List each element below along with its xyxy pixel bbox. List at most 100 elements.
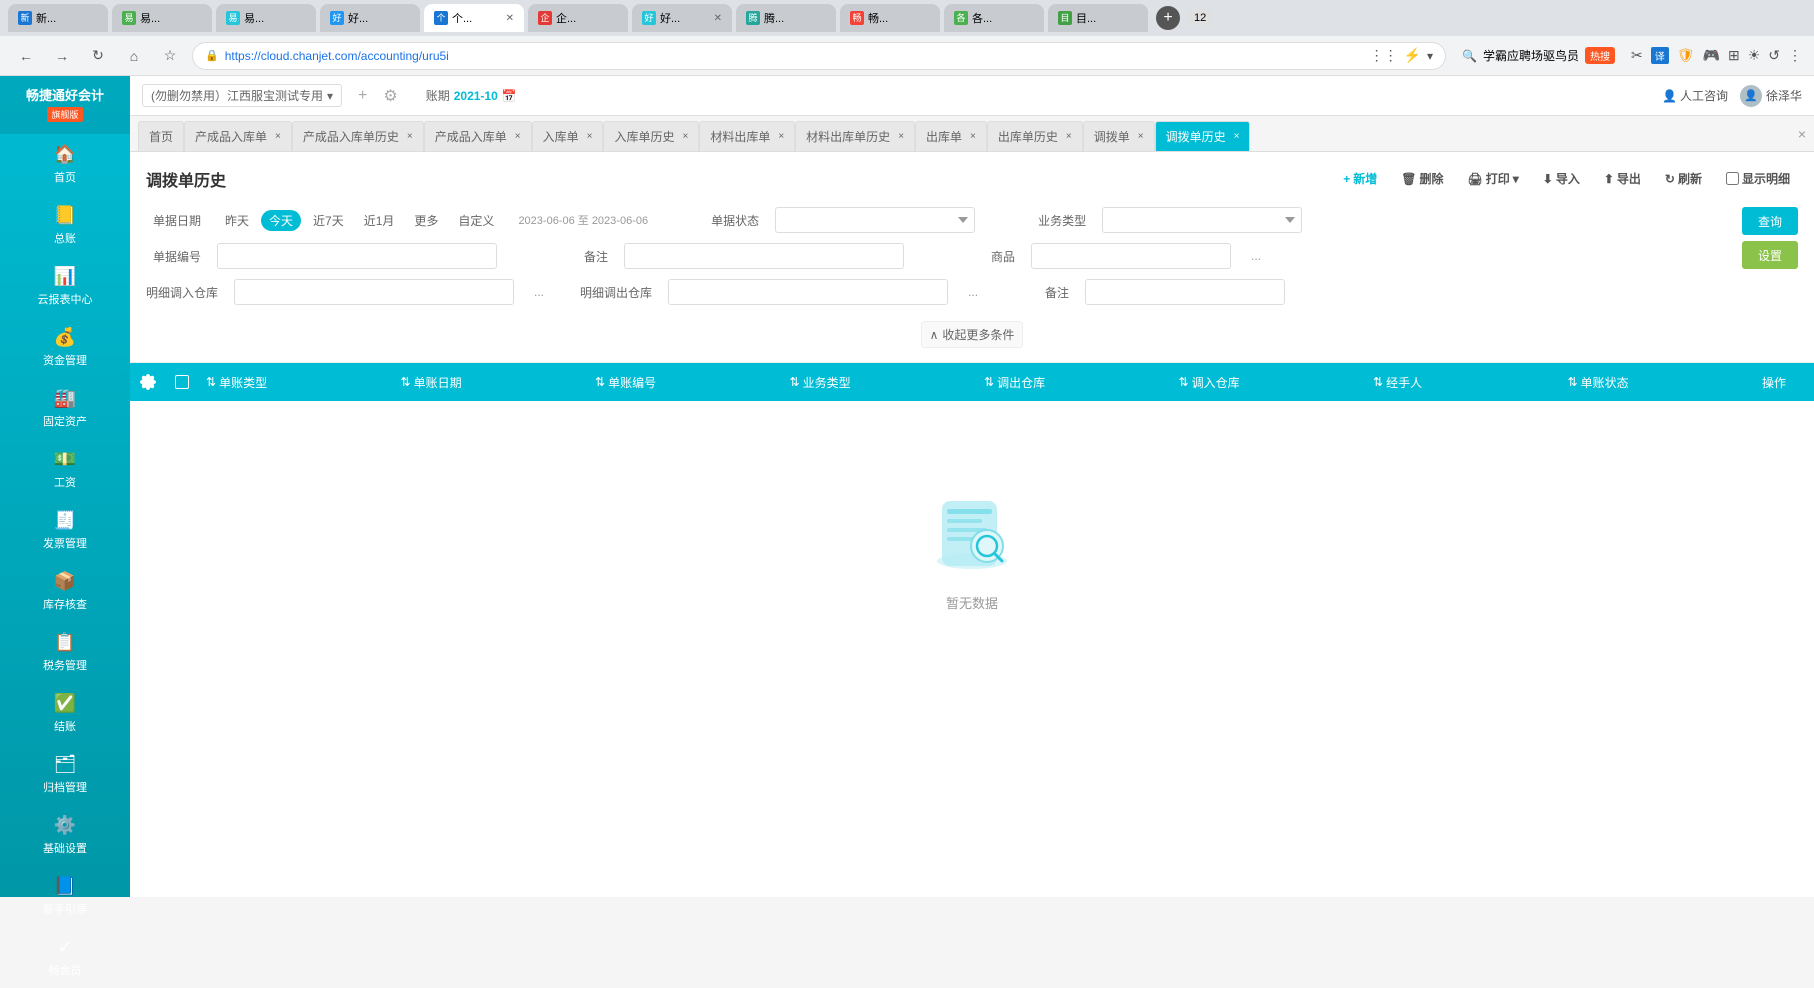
- sidebar-item-wages[interactable]: 💵 工资: [0, 439, 130, 500]
- import-btn[interactable]: ⬇ 导入: [1535, 166, 1588, 191]
- date-7days[interactable]: 近7天: [305, 210, 352, 231]
- detail-out-more[interactable]: ...: [968, 285, 978, 299]
- date-more[interactable]: 更多: [406, 210, 446, 231]
- th-gear[interactable]: [130, 374, 166, 390]
- page-tab-11-active[interactable]: 调拨单历史 ×: [1155, 121, 1251, 151]
- goods-input[interactable]: [1031, 243, 1231, 269]
- page-tab-close-2[interactable]: ×: [407, 131, 413, 142]
- page-tab-close-9[interactable]: ×: [1066, 131, 1072, 142]
- th-check[interactable]: [166, 375, 198, 389]
- refresh-btn[interactable]: ↻ 刷新: [1657, 166, 1710, 191]
- display-toggle-checkbox[interactable]: [1726, 172, 1739, 185]
- page-tab-close-1[interactable]: ×: [275, 131, 281, 142]
- new-btn[interactable]: + 新增: [1335, 166, 1385, 191]
- page-tab-home[interactable]: 首页: [138, 121, 184, 151]
- browser-tab-2[interactable]: 易 易...: [112, 4, 212, 32]
- detail-out-input[interactable]: [668, 279, 948, 305]
- page-tab-7[interactable]: 材料出库单历史 ×: [795, 121, 915, 151]
- page-tab-3[interactable]: 产成品入库单 ×: [424, 121, 532, 151]
- home-btn[interactable]: ⌂: [120, 42, 148, 70]
- sidebar-item-archive[interactable]: 🗂 归档管理: [0, 744, 130, 805]
- delete-btn[interactable]: 🗑 删除: [1393, 166, 1451, 191]
- page-tab-close-5[interactable]: ×: [682, 131, 688, 142]
- page-tab-1[interactable]: 产成品入库单 ×: [184, 121, 292, 151]
- detail-in-input[interactable]: [234, 279, 514, 305]
- browser-tab-8[interactable]: 腾 腾...: [736, 4, 836, 32]
- settings-icon-topbar[interactable]: ⚙: [383, 86, 397, 106]
- browser-tab-1[interactable]: 新 新...: [8, 4, 108, 32]
- detail-in-more[interactable]: ...: [534, 285, 544, 299]
- page-tab-9[interactable]: 出库单历史 ×: [987, 121, 1083, 151]
- sidebar-item-invoice[interactable]: 🧾 发票管理: [0, 500, 130, 561]
- page-tab-6[interactable]: 材料出库单 ×: [699, 121, 795, 151]
- browser-tab-3[interactable]: 易 易...: [216, 4, 316, 32]
- new-tab-btn[interactable]: +: [1156, 6, 1180, 30]
- browser-tab-9[interactable]: 畅 畅...: [840, 4, 940, 32]
- address-bar[interactable]: 🔒 https://cloud.chanjet.com/accounting/u…: [192, 42, 1446, 70]
- sidebar-item-tax[interactable]: 📋 税务管理: [0, 622, 130, 683]
- bookmark-btn[interactable]: ☆: [156, 42, 184, 70]
- company-selector[interactable]: (勿删勿禁用）江西服宝测试专用 ▾: [142, 84, 342, 107]
- sidebar-item-inventory[interactable]: 📦 库存核查: [0, 561, 130, 622]
- export-btn[interactable]: ⬆ 导出: [1596, 166, 1649, 191]
- select-all-checkbox[interactable]: [175, 375, 189, 389]
- sidebar-item-funds[interactable]: 💰 资金管理: [0, 317, 130, 378]
- back-btn[interactable]: ←: [12, 42, 40, 70]
- page-tab-close-3[interactable]: ×: [515, 131, 521, 142]
- page-tab-close-7[interactable]: ×: [898, 131, 904, 142]
- page-tab-10[interactable]: 调拨单 ×: [1083, 121, 1155, 151]
- calendar-icon[interactable]: 📅: [502, 89, 517, 103]
- avatar-area[interactable]: 👤 徐泽华: [1740, 85, 1802, 107]
- date-1month[interactable]: 近1月: [356, 210, 403, 231]
- tabs-close-all[interactable]: ×: [1798, 126, 1814, 142]
- sidebar-item-ledger[interactable]: 📒 总账: [0, 195, 130, 256]
- browser-tab-active[interactable]: 个 个... ✕: [424, 4, 524, 32]
- th-out[interactable]: ⇅ 调出仓库: [976, 374, 1171, 391]
- print-btn[interactable]: 🖨 打印 ▾: [1459, 166, 1526, 191]
- biz-type-select[interactable]: [1102, 207, 1302, 233]
- display-toggle[interactable]: 显示明细: [1718, 166, 1798, 191]
- page-tab-5[interactable]: 入库单历史 ×: [603, 121, 699, 151]
- page-tab-8[interactable]: 出库单 ×: [915, 121, 987, 151]
- page-tab-close-6[interactable]: ×: [778, 131, 784, 142]
- th-status[interactable]: ⇅ 单账状态: [1560, 374, 1755, 391]
- page-tab-close-10[interactable]: ×: [1138, 131, 1144, 142]
- sidebar-item-assets[interactable]: 🏭 固定资产: [0, 378, 130, 439]
- page-tab-4[interactable]: 入库单 ×: [532, 121, 604, 151]
- page-tab-close-4[interactable]: ×: [587, 131, 593, 142]
- browser-tab-7[interactable]: 好 好... ✕: [632, 4, 732, 32]
- th-type[interactable]: ⇅ 单账类型: [198, 374, 393, 391]
- settings-btn[interactable]: 设置: [1742, 241, 1798, 269]
- page-tab-close-8[interactable]: ×: [970, 131, 976, 142]
- page-tab-2[interactable]: 产成品入库单历史 ×: [292, 121, 424, 151]
- sidebar-item-member[interactable]: ✓ 畅会员: [0, 927, 130, 988]
- forward-btn[interactable]: →: [48, 42, 76, 70]
- sidebar-item-home[interactable]: 🏠 首页: [0, 134, 130, 195]
- collapse-btn[interactable]: ∧ 收起更多条件: [921, 321, 1024, 348]
- query-btn[interactable]: 查询: [1742, 207, 1798, 235]
- doc-num-input[interactable]: [217, 243, 497, 269]
- remark2-input[interactable]: [1085, 279, 1285, 305]
- remark-input[interactable]: [624, 243, 904, 269]
- browser-tab-6[interactable]: 企 企...: [528, 4, 628, 32]
- add-company-btn[interactable]: +: [358, 87, 367, 105]
- reload-btn[interactable]: ↻: [84, 42, 112, 70]
- goods-more[interactable]: ...: [1251, 249, 1261, 263]
- date-yesterday[interactable]: 昨天: [217, 210, 257, 231]
- th-num[interactable]: ⇅ 单账编号: [587, 374, 782, 391]
- th-biz[interactable]: ⇅ 业务类型: [782, 374, 977, 391]
- browser-tab-4[interactable]: 好 好...: [320, 4, 420, 32]
- th-handler[interactable]: ⇅ 经手人: [1365, 374, 1560, 391]
- date-custom[interactable]: 自定义: [450, 210, 502, 231]
- sidebar-item-guide[interactable]: 📘 新手引导: [0, 866, 130, 927]
- browser-tab-11[interactable]: 目 目...: [1048, 4, 1148, 32]
- sidebar-item-reports[interactable]: 📊 云报表中心: [0, 256, 130, 317]
- page-tab-close-11[interactable]: ×: [1234, 131, 1240, 142]
- th-date[interactable]: ⇅ 单账日期: [393, 374, 588, 391]
- date-today[interactable]: 今天: [261, 210, 301, 231]
- service-btn[interactable]: 👤 人工咨询: [1662, 87, 1728, 104]
- sidebar-item-basic[interactable]: ⚙️ 基础设置: [0, 805, 130, 866]
- browser-tab-10[interactable]: 各 各...: [944, 4, 1044, 32]
- sidebar-item-closing[interactable]: ✅ 结账: [0, 683, 130, 744]
- status-select[interactable]: [775, 207, 975, 233]
